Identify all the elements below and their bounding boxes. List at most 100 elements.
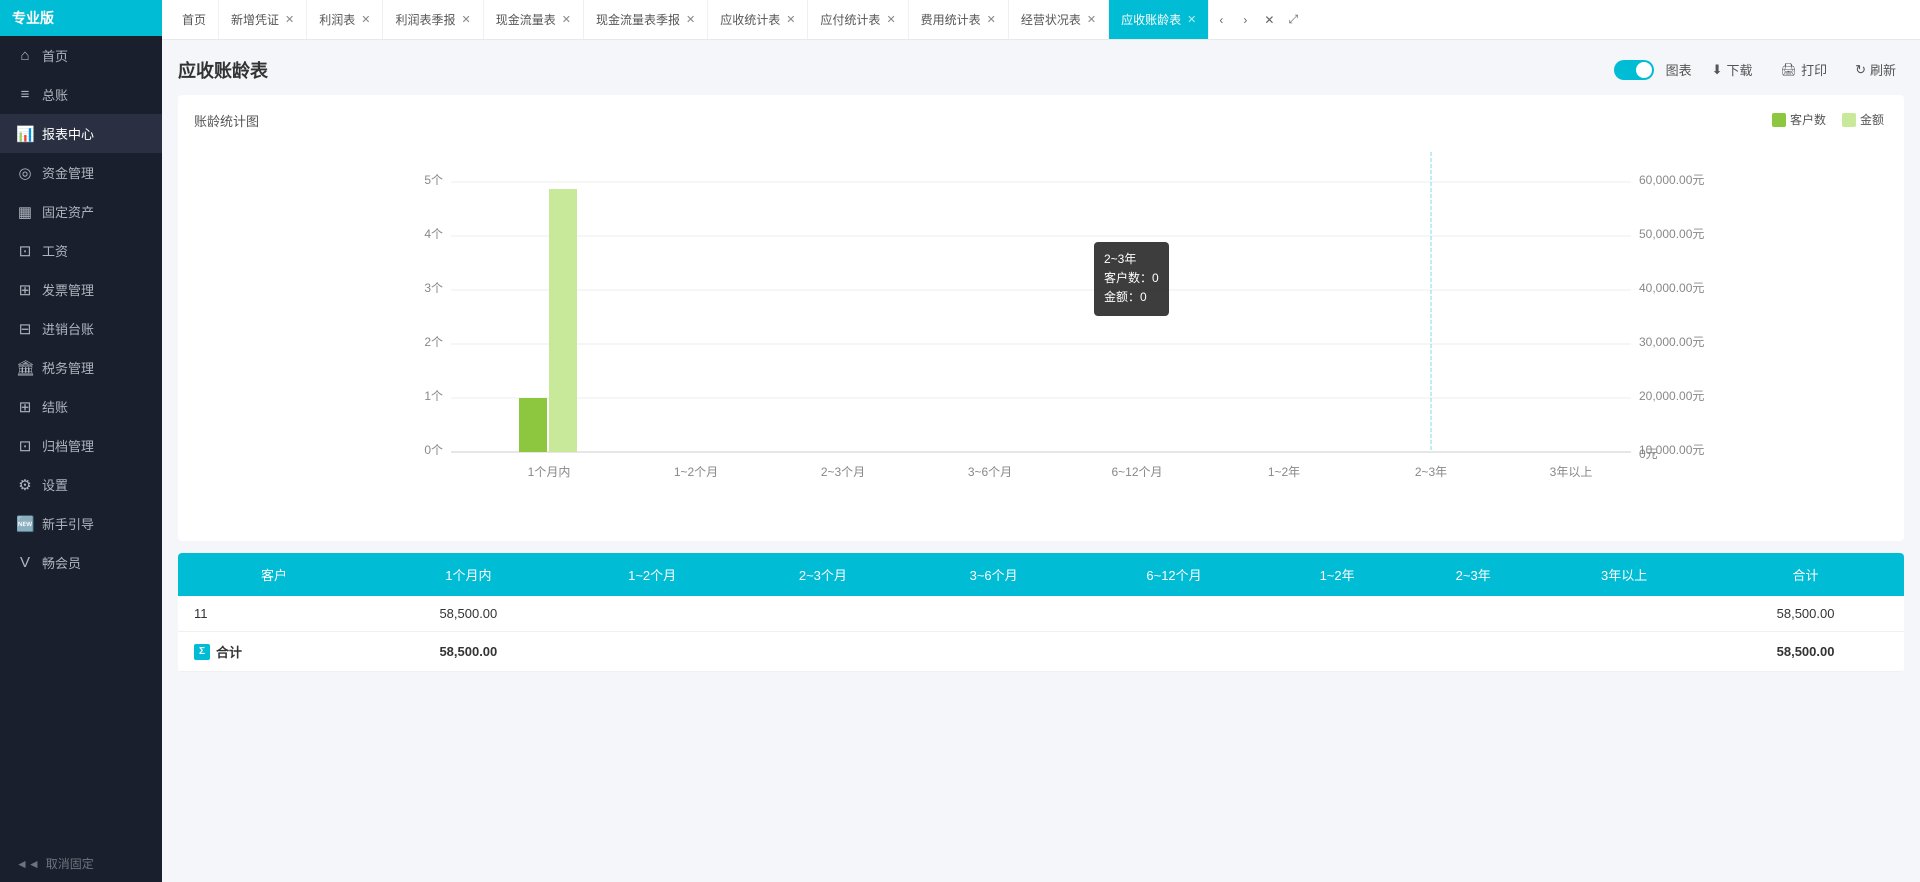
page-title: 应收账龄表 — [178, 57, 268, 83]
total-icon: Σ — [194, 644, 210, 660]
cell-total-m2 — [567, 632, 738, 672]
tab-aging[interactable]: 应收账龄表 ✕ — [1109, 0, 1209, 40]
col-m8: 3年以上 — [1541, 553, 1707, 596]
legend-amount-label: 金额 — [1860, 111, 1884, 128]
tab-close-profit-quarterly[interactable]: ✕ — [462, 13, 471, 26]
legend-customers: 客户数 — [1772, 111, 1826, 128]
svg-text:60,000.00元: 60,000.00元 — [1639, 173, 1704, 187]
tab-close-cashflow[interactable]: ✕ — [562, 13, 571, 26]
tab-close-voucher[interactable]: ✕ — [285, 13, 294, 26]
tab-business-stats[interactable]: 经营状况表 ✕ — [1009, 0, 1109, 40]
sidebar-item-assets[interactable]: ▦ 固定资产 — [0, 192, 162, 231]
tab-receivable-stats[interactable]: 应收统计表 ✕ — [708, 0, 808, 40]
tab-cashflow-quarterly[interactable]: 现金流量表季报 ✕ — [584, 0, 708, 40]
sidebar-item-inventory[interactable]: ⊟ 进销台账 — [0, 309, 162, 348]
tab-close-payable-stats[interactable]: ✕ — [886, 13, 895, 26]
svg-text:30,000.00元: 30,000.00元 — [1639, 335, 1704, 349]
tab-prev-btn[interactable]: ‹ — [1209, 6, 1233, 34]
tab-expense-stats[interactable]: 费用统计表 ✕ — [909, 0, 1009, 40]
chart-title: 账龄统计图 — [194, 111, 1888, 130]
col-m5: 6~12个月 — [1079, 553, 1269, 596]
col-m6: 1~2年 — [1269, 553, 1405, 596]
table-total-row: Σ 合计 58,500.00 58,500.00 — [178, 632, 1904, 672]
sidebar-item-home[interactable]: ⌂ 首页 — [0, 36, 162, 75]
col-m7: 2~3年 — [1405, 553, 1541, 596]
tab-bar: 首页 新增凭证 ✕ 利润表 ✕ 利润表季报 ✕ 现金流量表 ✕ 现金流量表季报 … — [162, 0, 1920, 40]
svg-text:1~2个月: 1~2个月 — [674, 465, 718, 479]
tab-payable-stats[interactable]: 应付统计表 ✕ — [808, 0, 908, 40]
guide-icon: 🆕 — [16, 515, 34, 533]
tab-close-receivable-stats[interactable]: ✕ — [786, 13, 795, 26]
tab-voucher[interactable]: 新增凭证 ✕ — [219, 0, 307, 40]
cell-m7-0 — [1405, 596, 1541, 632]
cell-total-m6 — [1269, 632, 1405, 672]
vip-icon: V — [16, 554, 34, 571]
col-m1: 1个月内 — [370, 553, 567, 596]
chart-toggle[interactable] — [1614, 60, 1654, 80]
tab-close-cashflow-quarterly[interactable]: ✕ — [686, 13, 695, 26]
tab-cashflow[interactable]: 现金流量表 ✕ — [484, 0, 584, 40]
chart-container: 账龄统计图 客户数 金额 5个 4个 3个 2个 — [178, 95, 1904, 541]
tab-profit[interactable]: 利润表 ✕ — [307, 0, 383, 40]
sidebar-item-reports[interactable]: 📊 报表中心 — [0, 114, 162, 153]
tab-close-profit[interactable]: ✕ — [361, 13, 370, 26]
cell-total-m5 — [1079, 632, 1269, 672]
cell-m6-0 — [1269, 596, 1405, 632]
download-btn[interactable]: ⬇ 下载 — [1704, 56, 1761, 83]
assets-icon: ▦ — [16, 203, 34, 221]
tab-expand-btn[interactable]: ⤢ — [1281, 6, 1305, 34]
print-icon: 🖨 — [1781, 62, 1798, 78]
cell-customer-0: 11 — [178, 596, 370, 632]
cell-m8-0 — [1541, 596, 1707, 632]
refresh-btn[interactable]: ↻ 刷新 — [1847, 56, 1904, 83]
svg-text:2~3年: 2~3年 — [1415, 465, 1447, 479]
sidebar-item-closing[interactable]: ⊞ 结账 — [0, 387, 162, 426]
invoice-icon: ⊞ — [16, 281, 34, 299]
sidebar-item-vip[interactable]: V 畅会员 — [0, 543, 162, 582]
col-total: 合计 — [1707, 553, 1904, 596]
tab-home[interactable]: 首页 — [170, 0, 219, 40]
svg-text:4个: 4个 — [424, 227, 443, 241]
print-btn[interactable]: 🖨 打印 — [1773, 56, 1836, 83]
col-m4: 3~6个月 — [908, 553, 1079, 596]
tab-next-btn[interactable]: › — [1233, 6, 1257, 34]
svg-text:1个: 1个 — [424, 389, 443, 403]
tab-close-all-btn[interactable]: ✕ — [1257, 6, 1281, 34]
table-row: 11 58,500.00 58,500.00 — [178, 596, 1904, 632]
col-m2: 1~2个月 — [567, 553, 738, 596]
page-header: 应收账龄表 图表 ⬇ 下载 🖨 打印 ↻ 刷新 — [178, 56, 1904, 83]
svg-text:20,000.00元: 20,000.00元 — [1639, 389, 1704, 403]
sidebar-item-archive[interactable]: ⊡ 归档管理 — [0, 426, 162, 465]
sidebar-item-guide[interactable]: 🆕 新手引导 — [0, 504, 162, 543]
tab-profit-quarterly[interactable]: 利润表季报 ✕ — [383, 0, 483, 40]
tab-close-aging[interactable]: ✕ — [1187, 13, 1196, 26]
sidebar-logo: 专业版 — [0, 0, 162, 36]
cell-total-m4 — [908, 632, 1079, 672]
svg-text:1个月内: 1个月内 — [528, 465, 571, 479]
cell-m5-0 — [1079, 596, 1269, 632]
cell-m1-0: 58,500.00 — [370, 596, 567, 632]
svg-text:0元: 0元 — [1639, 447, 1658, 461]
sidebar: 专业版 ⌂ 首页 ≡ 总账 📊 报表中心 ◎ 资金管理 ▦ 固定资产 ⊡ 工资 … — [0, 0, 162, 882]
cell-total-m1: 58,500.00 — [370, 632, 567, 672]
cell-total-0: 58,500.00 — [1707, 596, 1904, 632]
svg-text:5个: 5个 — [424, 173, 443, 187]
cell-m4-0 — [908, 596, 1079, 632]
tab-close-business-stats[interactable]: ✕ — [1087, 13, 1096, 26]
sidebar-item-invoice[interactable]: ⊞ 发票管理 — [0, 270, 162, 309]
sidebar-item-funds[interactable]: ◎ 资金管理 — [0, 153, 162, 192]
legend-customers-dot — [1772, 113, 1786, 127]
tab-close-expense-stats[interactable]: ✕ — [987, 13, 996, 26]
sidebar-item-payroll[interactable]: ⊡ 工资 — [0, 231, 162, 270]
sidebar-unpin[interactable]: ◄◄ 取消固定 — [0, 845, 162, 882]
unpin-icon: ◄◄ — [16, 857, 40, 871]
page-actions: 图表 ⬇ 下载 🖨 打印 ↻ 刷新 — [1614, 56, 1904, 83]
svg-text:2~3个月: 2~3个月 — [821, 465, 865, 479]
chart-toggle-label: 图表 — [1666, 60, 1692, 79]
payroll-icon: ⊡ — [16, 242, 34, 260]
sidebar-item-ledger[interactable]: ≡ 总账 — [0, 75, 162, 114]
col-m3: 2~3个月 — [738, 553, 909, 596]
closing-icon: ⊞ — [16, 398, 34, 416]
sidebar-item-tax[interactable]: 🏛 税务管理 — [0, 348, 162, 387]
sidebar-item-settings[interactable]: ⚙ 设置 — [0, 465, 162, 504]
